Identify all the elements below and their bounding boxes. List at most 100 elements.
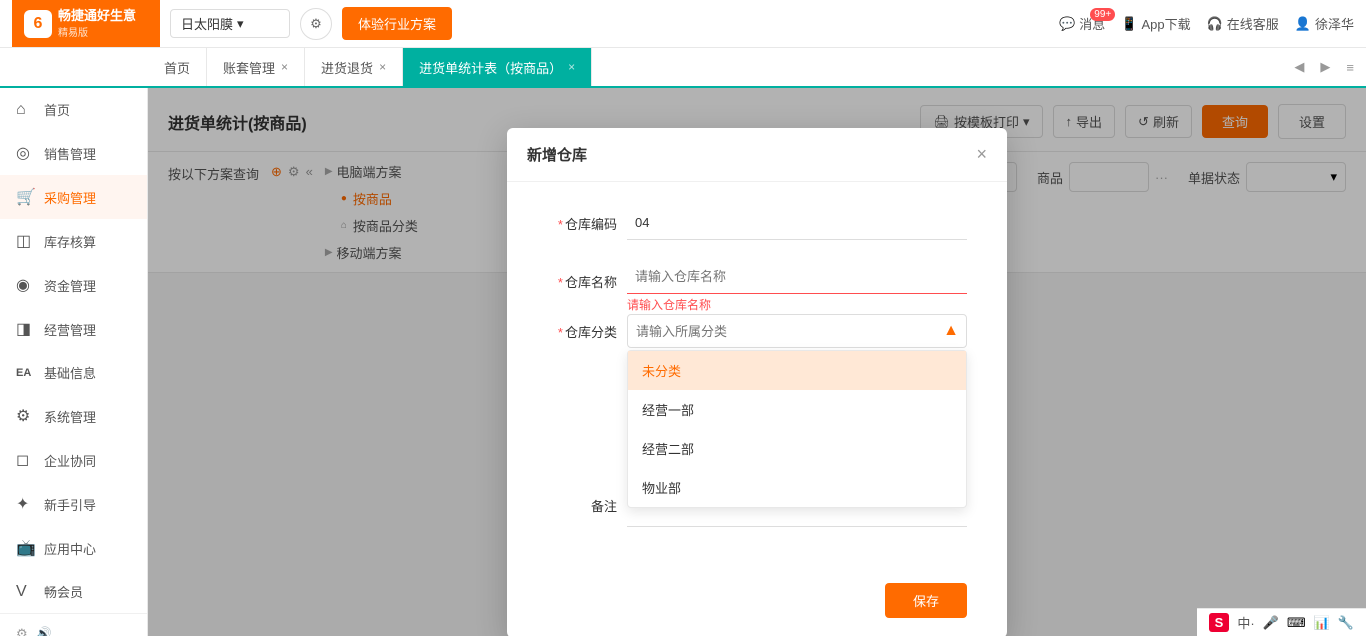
sidebar-item-basic[interactable]: EA 基础信息 <box>0 351 147 394</box>
warehouse-name-input[interactable] <box>627 260 967 294</box>
tab-account-close[interactable]: × <box>281 60 288 74</box>
apps-icon: 📺 <box>16 538 36 558</box>
warehouse-category-input[interactable] <box>627 314 967 348</box>
dialog-footer: 保存 <box>507 571 1007 636</box>
dialog-header: 新增仓库 × <box>507 128 1007 182</box>
sidebar: ⌂ 首页 ◎ 销售管理 🛒 采购管理 ◫ 库存核算 ◉ 资金管理 ◨ 经营管理 … <box>0 88 148 636</box>
logo-area: 6 畅捷通好生意 精易版 <box>12 0 160 47</box>
dropdown-item-0[interactable]: 未分类 <box>628 351 966 390</box>
category-dropdown: 未分类 经营一部 经营二部 物业部 <box>627 350 967 508</box>
sidebar-label-member: 畅会员 <box>44 582 83 601</box>
new-warehouse-dialog: 新增仓库 × 仓库编码 仓库名称 请输入仓库名 <box>507 128 1007 636</box>
sidebar-label-home: 首页 <box>44 100 70 119</box>
sidebar-label-inventory: 库存核算 <box>44 232 96 251</box>
dialog-overlay: 新增仓库 × 仓库编码 仓库名称 请输入仓库名 <box>148 88 1366 636</box>
tab-purchase-stats-close[interactable]: × <box>568 60 575 74</box>
warehouse-name-label: 仓库名称 <box>547 264 627 291</box>
tab-account[interactable]: 账套管理 × <box>207 48 305 86</box>
sidebar-item-sales[interactable]: ◎ 销售管理 <box>0 131 147 175</box>
mic-icon[interactable]: 🎤 <box>1263 615 1279 631</box>
notification-badge: 99+ <box>1090 8 1115 21</box>
category-arrow-icon[interactable]: ▲ <box>943 322 959 340</box>
lang-toggle[interactable]: 中· <box>1237 613 1254 632</box>
gear-button[interactable]: ⚙ <box>300 8 332 40</box>
sidebar-item-business[interactable]: ◨ 经营管理 <box>0 307 147 351</box>
logo-name: 畅捷通好生意 <box>58 8 136 24</box>
status-bar: S 中· 🎤 ⌨ 📊 🔧 <box>1197 608 1366 636</box>
system-icon: ⚙ <box>16 406 36 426</box>
store-name: 日太阳膜 <box>181 14 233 33</box>
message-icon: 💬 <box>1059 16 1075 32</box>
sidebar-item-inventory[interactable]: ◫ 库存核算 <box>0 219 147 263</box>
warehouse-code-input[interactable] <box>627 206 967 240</box>
sales-icon: ◎ <box>16 143 36 163</box>
tab-purchase-return[interactable]: 进货退货 × <box>305 48 403 86</box>
sidebar-label-business: 经营管理 <box>44 320 96 339</box>
sidebar-item-member[interactable]: V 畅会员 <box>0 570 147 613</box>
dropdown-item-1[interactable]: 经营一部 <box>628 390 966 429</box>
dialog-body: 仓库编码 仓库名称 请输入仓库名称 仓库分类 <box>507 182 1007 571</box>
app-download-btn[interactable]: 📱 App下载 <box>1121 14 1190 33</box>
online-service-btn[interactable]: 🎧 在线客服 <box>1207 14 1279 33</box>
sidebar-item-finance[interactable]: ◉ 资金管理 <box>0 263 147 307</box>
sidebar-item-apps[interactable]: 📺 应用中心 <box>0 526 147 570</box>
purchase-icon: 🛒 <box>16 187 36 207</box>
warehouse-code-row: 仓库编码 <box>547 206 967 240</box>
main-layout: ⌂ 首页 ◎ 销售管理 🛒 采购管理 ◫ 库存核算 ◉ 资金管理 ◨ 经营管理 … <box>0 88 1366 636</box>
category-wrapper: ▲ <box>627 314 967 348</box>
user-icon: 👤 <box>1295 16 1311 32</box>
logo-sub: 精易版 <box>58 24 136 39</box>
store-selector[interactable]: 日太阳膜 ▾ <box>170 9 290 38</box>
dropdown-item-2[interactable]: 经营二部 <box>628 429 966 468</box>
dialog-close-button[interactable]: × <box>976 144 987 165</box>
tab-next-icon[interactable]: ▶ <box>1316 55 1334 79</box>
settings-icon[interactable]: ⚙ <box>16 626 28 636</box>
sidebar-label-purchase: 采购管理 <box>44 188 96 207</box>
enterprise-icon: ◻ <box>16 450 36 470</box>
tab-account-label: 账套管理 <box>223 58 275 77</box>
tab-purchase-stats[interactable]: 进货单统计表（按商品） × <box>403 48 592 86</box>
notification-area[interactable]: 💬 消息 99+ <box>1059 14 1105 33</box>
dropdown-item-3[interactable]: 物业部 <box>628 468 966 507</box>
user-info[interactable]: 👤 徐泽华 <box>1295 14 1354 33</box>
sidebar-label-sales: 销售管理 <box>44 144 96 163</box>
save-button[interactable]: 保存 <box>885 583 967 618</box>
volume-icon[interactable]: 🔊 <box>36 626 52 636</box>
tab-bar: 首页 账套管理 × 进货退货 × 进货单统计表（按商品） × ◀ ▶ ≡ <box>0 48 1366 88</box>
sidebar-label-enterprise: 企业协同 <box>44 451 96 470</box>
sidebar-bottom: ⚙ 🔊 <box>0 613 147 636</box>
notes-label: 备注 <box>547 488 627 515</box>
sidebar-item-guide[interactable]: ✦ 新手引导 <box>0 482 147 526</box>
sidebar-item-system[interactable]: ⚙ 系统管理 <box>0 394 147 438</box>
headset-icon: 🎧 <box>1207 16 1223 32</box>
chevron-down-icon: ▾ <box>237 16 244 32</box>
phone-icon: 📱 <box>1121 16 1137 32</box>
tab-purchase-stats-label: 进货单统计表（按商品） <box>419 58 562 77</box>
guide-icon: ✦ <box>16 494 36 514</box>
tab-prev-icon[interactable]: ◀ <box>1290 55 1308 79</box>
warehouse-name-error: 请输入仓库名称 <box>627 296 711 313</box>
business-icon: ◨ <box>16 319 36 339</box>
warehouse-category-label: 仓库分类 <box>547 314 627 341</box>
home-icon: ⌂ <box>16 101 36 119</box>
tab-home-label: 首页 <box>164 58 190 77</box>
tab-purchase-return-close[interactable]: × <box>379 60 386 74</box>
top-right: 💬 消息 99+ 📱 App下载 🎧 在线客服 👤 徐泽华 <box>1059 14 1354 33</box>
username: 徐泽华 <box>1315 14 1354 33</box>
sidebar-label-basic: 基础信息 <box>44 363 96 382</box>
warehouse-code-label: 仓库编码 <box>547 206 627 233</box>
sidebar-label-apps: 应用中心 <box>44 539 96 558</box>
status-icon: 📊 <box>1314 615 1330 631</box>
content-area: 进货单统计(按商品) 🖨 按模板打印 ▾ ↑ 导出 ↺ 刷新 查询 设置 <box>148 88 1366 636</box>
tab-home[interactable]: 首页 <box>148 48 207 86</box>
sidebar-item-purchase[interactable]: 🛒 采购管理 <box>0 175 147 219</box>
sidebar-item-home[interactable]: ⌂ 首页 <box>0 88 147 131</box>
trial-button[interactable]: 体验行业方案 <box>342 7 452 40</box>
dialog-title: 新增仓库 <box>527 144 587 165</box>
keyboard-icon[interactable]: ⌨ <box>1287 615 1306 631</box>
sidebar-item-enterprise[interactable]: ◻ 企业协同 <box>0 438 147 482</box>
tab-menu-icon[interactable]: ≡ <box>1342 56 1358 79</box>
tools-icon[interactable]: 🔧 <box>1338 615 1354 631</box>
warehouse-category-row: 仓库分类 ▲ 未分类 经营一部 经营二部 物业部 <box>547 314 967 348</box>
tab-purchase-return-label: 进货退货 <box>321 58 373 77</box>
